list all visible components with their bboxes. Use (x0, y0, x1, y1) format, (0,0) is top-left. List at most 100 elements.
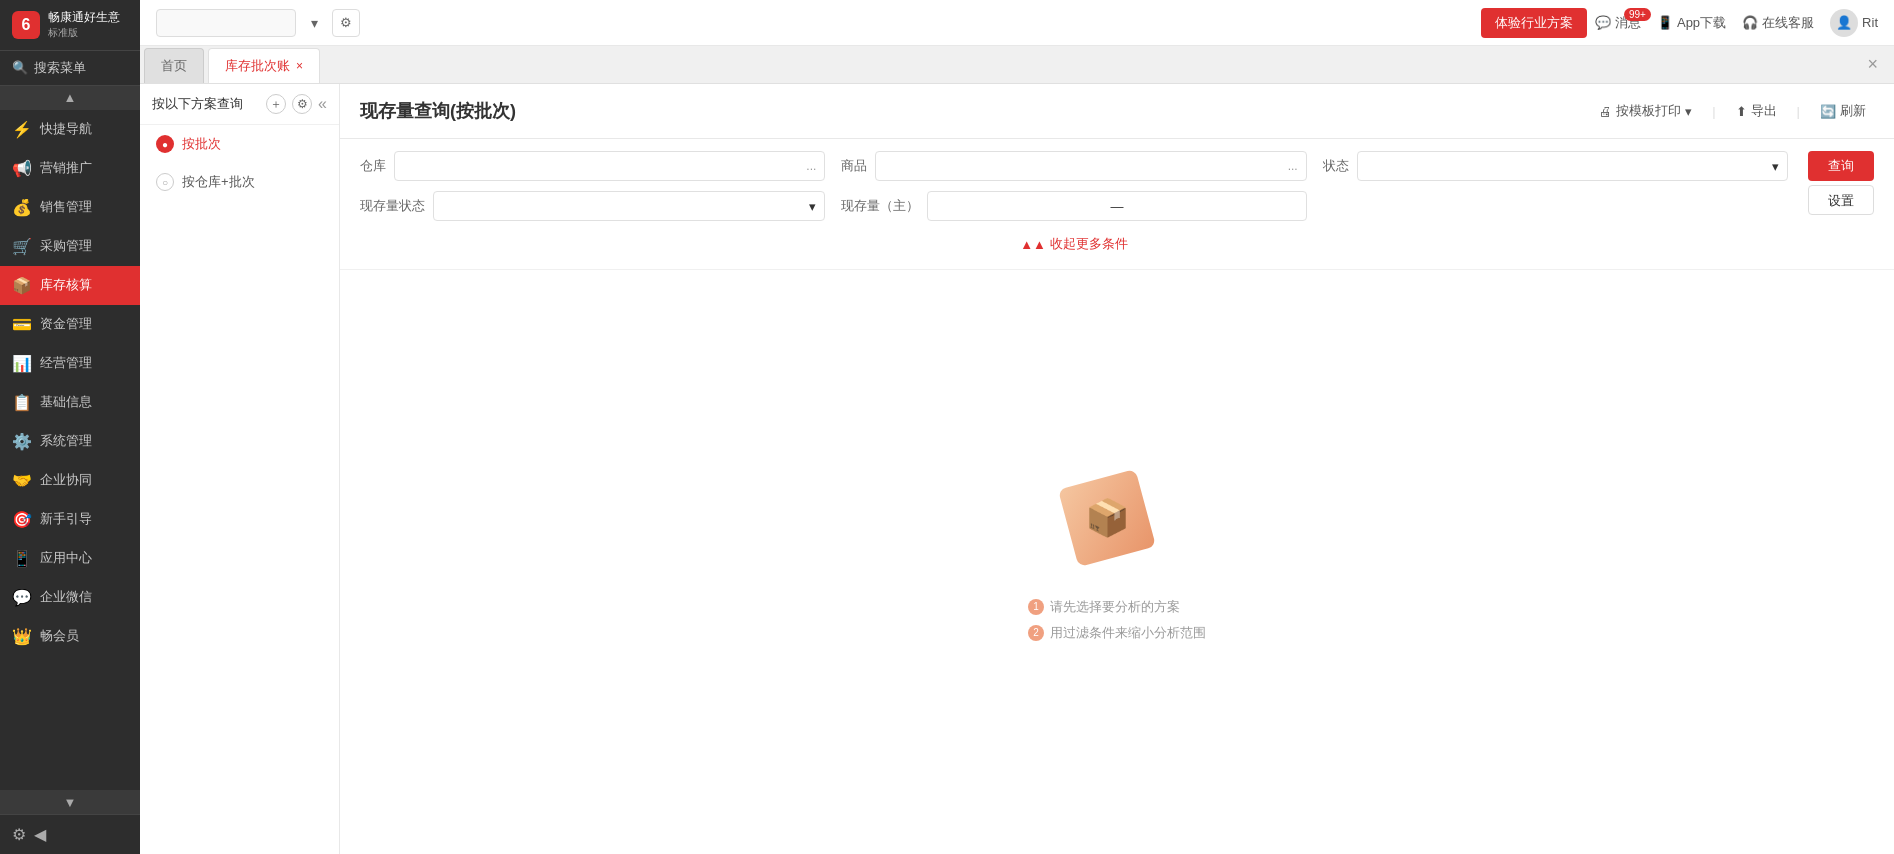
search-menu[interactable]: 🔍 搜索菜单 (0, 51, 140, 86)
sidebar-item-newbie[interactable]: 🎯 新手引导 (0, 500, 140, 539)
topbar-gear-btn[interactable]: ⚙ (332, 9, 360, 37)
goods-more-icon[interactable]: ... (1288, 159, 1298, 173)
empty-illustration (1067, 478, 1167, 578)
avatar-icon: 👤 (1836, 15, 1852, 30)
tab-inventory-batch[interactable]: 库存批次账 × (208, 48, 320, 83)
refresh-btn[interactable]: 🔄 刷新 (1812, 98, 1874, 124)
query-btn[interactable]: 查询 (1808, 151, 1874, 181)
close-all-tabs-btn[interactable]: × (1859, 50, 1886, 79)
operations-icon: 📊 (12, 354, 32, 373)
sidebar-item-vip[interactable]: 👑 畅会员 (0, 617, 140, 656)
sidebar-item-finance[interactable]: 💳 资金管理 (0, 305, 140, 344)
inventory-status-select[interactable]: ▾ (433, 191, 825, 221)
tab-home[interactable]: 首页 (144, 48, 204, 83)
plan-inactive-icon: ○ (156, 173, 174, 191)
collapse-label: 收起更多条件 (1050, 235, 1128, 253)
sidebar-item-sales[interactable]: 💰 销售管理 (0, 188, 140, 227)
collapse-left-panel-btn[interactable]: « (318, 95, 327, 113)
empty-tips: 1 请先选择要分析的方案 2 用过滤条件来缩小分析范围 (1028, 594, 1206, 646)
user-avatar-btn[interactable]: 👤 Rit (1830, 9, 1878, 37)
sidebar-item-basic[interactable]: 📋 基础信息 (0, 383, 140, 422)
phone-icon: 📱 (1657, 15, 1673, 30)
refresh-icon: 🔄 (1820, 104, 1836, 119)
sidebar-item-label: 营销推广 (40, 159, 92, 177)
sales-icon: 💰 (12, 198, 32, 217)
sidebar-item-purchase[interactable]: 🛒 采购管理 (0, 227, 140, 266)
filter-row-1: 仓库 ... 商品 ... (360, 151, 1788, 181)
tab-home-label: 首页 (161, 57, 187, 75)
collapse-sidebar-icon[interactable]: ◀ (34, 825, 46, 844)
main-area: ▾ ⚙ 体验行业方案 💬 消息 99+ 📱 App下载 🎧 在线客服 👤 (140, 0, 1894, 854)
sidebar: 6 畅康通好生意 标准版 🔍 搜索菜单 ▲ ⚡ 快捷导航 📢 营销推广 💰 销售… (0, 0, 140, 854)
gear-icon: ⚙ (340, 15, 352, 30)
warehouse-field: 仓库 ... (360, 151, 825, 181)
sidebar-item-inventory[interactable]: 📦 库存核算 (0, 266, 140, 305)
export-btn[interactable]: ⬆ 导出 (1728, 98, 1785, 124)
inventory-quantity-field: 现存量（主） — (841, 191, 1306, 221)
print-icon: 🖨 (1599, 104, 1612, 119)
warehouse-input[interactable]: ... (394, 151, 825, 181)
scroll-down-btn[interactable]: ▼ (0, 790, 140, 814)
goods-field: 商品 ... (841, 151, 1306, 181)
online-service-btn[interactable]: 🎧 在线客服 (1742, 14, 1814, 32)
message-icon: 💬 (1595, 15, 1611, 30)
scroll-up-btn[interactable]: ▲ (0, 86, 140, 110)
add-plan-btn[interactable]: ＋ (266, 94, 286, 114)
export-label: 导出 (1751, 102, 1777, 120)
plan-item-by-warehouse-batch[interactable]: ○ 按仓库+批次 (140, 163, 339, 201)
page-title: 现存量查询(按批次) (360, 99, 516, 123)
online-service-label: 在线客服 (1762, 14, 1814, 32)
topbar-breadcrumb: ▾ ⚙ (156, 9, 1473, 37)
status-dropdown-icon: ▾ (1772, 159, 1779, 174)
tip-text-1: 请先选择要分析的方案 (1050, 594, 1180, 620)
sidebar-item-label: 快捷导航 (40, 120, 92, 138)
action-divider: | (1712, 104, 1715, 119)
left-panel-header: 按以下方案查询 ＋ ⚙ « (140, 84, 339, 125)
left-panel-actions: ＋ ⚙ « (266, 94, 327, 114)
collapse-filter-btn[interactable]: ▲▲ 收起更多条件 (1016, 231, 1132, 257)
newbie-icon: 🎯 (12, 510, 32, 529)
topbar: ▾ ⚙ 体验行业方案 💬 消息 99+ 📱 App下载 🎧 在线客服 👤 (140, 0, 1894, 46)
filter-row-collapse: ▲▲ 收起更多条件 (360, 231, 1788, 257)
tab-close-icon[interactable]: × (296, 59, 303, 73)
sidebar-item-quick-nav[interactable]: ⚡ 快捷导航 (0, 110, 140, 149)
edit-plan-btn[interactable]: ⚙ (292, 94, 312, 114)
tab-bar: 首页 库存批次账 × × (140, 46, 1894, 84)
status-select[interactable]: ▾ (1357, 151, 1788, 181)
action-divider-2: | (1797, 104, 1800, 119)
warehouse-more-icon[interactable]: ... (806, 159, 816, 173)
settings-icon[interactable]: ⚙ (12, 825, 26, 844)
refresh-label: 刷新 (1840, 102, 1866, 120)
inventory-status-field: 现存量状态 ▾ (360, 191, 825, 221)
sidebar-item-operations[interactable]: 📊 经营管理 (0, 344, 140, 383)
print-dropdown-icon[interactable]: ▾ (1685, 104, 1692, 119)
sidebar-nav: ⚡ 快捷导航 📢 营销推广 💰 销售管理 🛒 采购管理 📦 库存核算 💳 资金管… (0, 110, 140, 790)
topbar-dropdown-btn[interactable]: ▾ (302, 11, 326, 35)
search-label: 搜索菜单 (34, 59, 86, 77)
basic-icon: 📋 (12, 393, 32, 412)
topbar-search-input[interactable] (156, 9, 296, 37)
warehouse-label: 仓库 (360, 157, 386, 175)
tip-text-2: 用过滤条件来缩小分析范围 (1050, 620, 1206, 646)
sidebar-item-app-center[interactable]: 📱 应用中心 (0, 539, 140, 578)
sidebar-item-system[interactable]: ⚙️ 系统管理 (0, 422, 140, 461)
sidebar-header: 6 畅康通好生意 标准版 (0, 0, 140, 51)
sidebar-item-wechat[interactable]: 💬 企业微信 (0, 578, 140, 617)
print-btn[interactable]: 🖨 按模板打印 ▾ (1591, 98, 1700, 124)
app-download-btn[interactable]: 📱 App下载 (1657, 14, 1726, 32)
trial-btn[interactable]: 体验行业方案 (1481, 8, 1587, 38)
range-placeholder: — (1110, 199, 1123, 214)
print-label: 按模板打印 (1616, 102, 1681, 120)
inventory-quantity-label: 现存量（主） (841, 197, 919, 215)
messages-btn[interactable]: 💬 消息 99+ (1595, 14, 1641, 32)
filter-settings-btn[interactable]: 设置 (1808, 185, 1874, 215)
inventory-icon: 📦 (12, 276, 32, 295)
sidebar-item-marketing[interactable]: 📢 营销推广 (0, 149, 140, 188)
export-icon: ⬆ (1736, 104, 1747, 119)
inventory-quantity-range[interactable]: — (927, 191, 1306, 221)
goods-input[interactable]: ... (875, 151, 1306, 181)
sidebar-item-enterprise[interactable]: 🤝 企业协同 (0, 461, 140, 500)
left-panel: 按以下方案查询 ＋ ⚙ « ● 按批次 ○ 按仓库+批次 (140, 84, 340, 854)
filter-area: 仓库 ... 商品 ... (340, 139, 1894, 270)
plan-item-by-batch[interactable]: ● 按批次 (140, 125, 339, 163)
